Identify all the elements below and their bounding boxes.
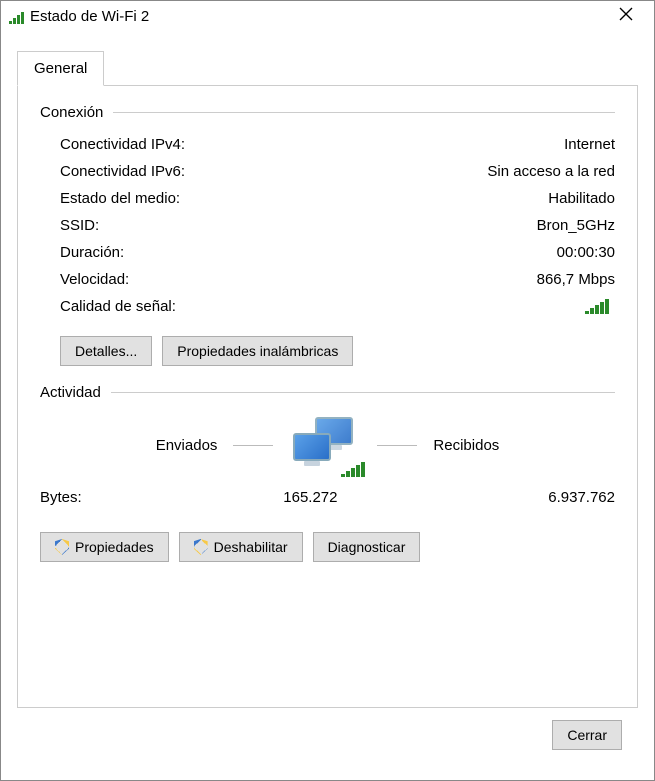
diagnose-button[interactable]: Diagnosticar	[313, 532, 421, 562]
signal-quality-label: Calidad de señal:	[60, 298, 585, 315]
titlebar: Estado de Wi-Fi 2	[1, 1, 654, 32]
speed-value: 866,7 Mbps	[537, 271, 615, 288]
client-area: General Conexión Conectividad IPv4: Inte…	[1, 32, 654, 780]
bytes-received-value: 6.937.762	[458, 489, 616, 506]
bytes-label: Bytes:	[40, 489, 180, 506]
tab-panel: Conexión Conectividad IPv4: Internet Con…	[17, 86, 638, 708]
received-label: Recibidos	[433, 437, 499, 454]
speed-row: Velocidad: 866,7 Mbps	[40, 266, 615, 293]
wifi-icon	[9, 10, 24, 24]
shield-icon	[55, 539, 69, 555]
close-button[interactable]	[606, 7, 646, 26]
media-state-label: Estado del medio:	[60, 190, 548, 207]
ssid-value: Bron_5GHz	[537, 217, 615, 234]
connection-section-label: Conexión	[40, 104, 103, 121]
connection-buttons: Detalles... Propiedades inalámbricas	[60, 336, 615, 366]
ipv6-row: Conectividad IPv6: Sin acceso a la red	[40, 158, 615, 185]
bytes-sent-value: 165.272	[180, 489, 368, 506]
tabstrip: General	[17, 50, 638, 86]
tab-general[interactable]: General	[17, 51, 104, 86]
connection-section-header: Conexión	[40, 104, 615, 121]
activity-section-label: Actividad	[40, 384, 101, 401]
duration-label: Duración:	[60, 244, 557, 261]
ssid-row: SSID: Bron_5GHz	[40, 212, 615, 239]
close-icon	[619, 7, 633, 21]
network-activity-icon	[289, 417, 361, 473]
media-state-row: Estado del medio: Habilitado	[40, 185, 615, 212]
bytes-row: Bytes: 165.272 6.937.762	[40, 479, 615, 512]
media-state-value: Habilitado	[548, 190, 615, 207]
disable-button[interactable]: Deshabilitar	[179, 532, 303, 562]
ipv4-label: Conectividad IPv4:	[60, 136, 564, 153]
signal-strength-icon	[585, 300, 615, 314]
duration-value: 00:00:30	[557, 244, 615, 261]
ipv6-label: Conectividad IPv6:	[60, 163, 487, 180]
sent-label: Enviados	[156, 437, 218, 454]
wireless-properties-button[interactable]: Propiedades inalámbricas	[162, 336, 353, 366]
activity-signal-icon	[341, 463, 365, 477]
properties-button[interactable]: Propiedades	[40, 532, 169, 562]
wifi-status-window: Estado de Wi-Fi 2 General Conexión Conec…	[0, 0, 655, 781]
window-title: Estado de Wi-Fi 2	[30, 8, 606, 25]
ipv4-row: Conectividad IPv4: Internet	[40, 131, 615, 158]
properties-button-label: Propiedades	[75, 539, 154, 555]
close-dialog-button[interactable]: Cerrar	[552, 720, 622, 750]
speed-label: Velocidad:	[60, 271, 537, 288]
disable-button-label: Deshabilitar	[214, 539, 288, 555]
activity-section-header: Actividad	[40, 384, 615, 401]
shield-icon	[194, 539, 208, 555]
ssid-label: SSID:	[60, 217, 537, 234]
details-button[interactable]: Detalles...	[60, 336, 152, 366]
activity-graphic: Enviados Recibidos	[40, 417, 615, 473]
ipv6-value: Sin acceso a la red	[487, 163, 615, 180]
duration-row: Duración: 00:00:30	[40, 239, 615, 266]
signal-quality-row: Calidad de señal:	[40, 293, 615, 320]
action-buttons: Propiedades Deshabilitar Diagnosticar	[40, 532, 615, 562]
dialog-footer: Cerrar	[17, 708, 638, 766]
ipv4-value: Internet	[564, 136, 615, 153]
